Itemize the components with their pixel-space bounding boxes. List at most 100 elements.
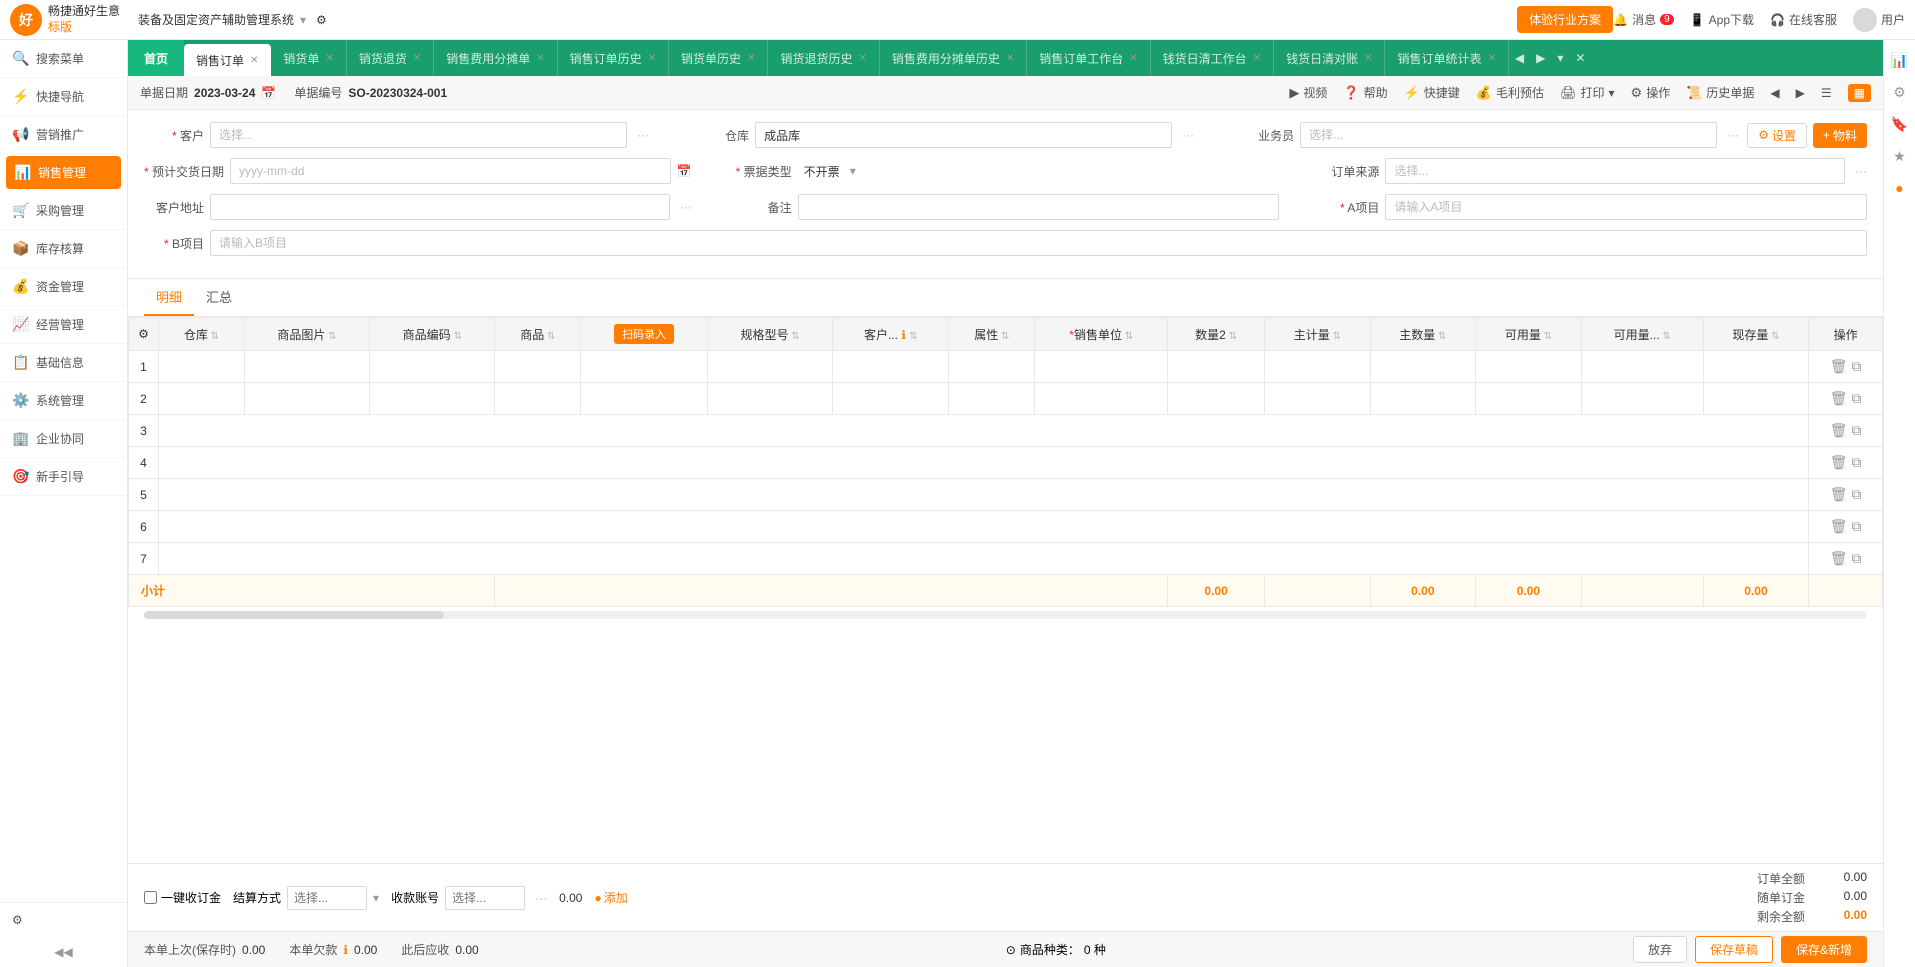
close-tab-icon[interactable]: ✕: [250, 55, 258, 66]
delivery-calendar-icon[interactable]: 📅: [677, 164, 692, 178]
close-tab-icon[interactable]: ✕: [1129, 53, 1137, 64]
th-product[interactable]: 商品: [495, 318, 581, 351]
tab-close-all-btn[interactable]: ✕: [1569, 40, 1591, 76]
history-btn[interactable]: 📜 历史单据: [1686, 84, 1754, 101]
tab-cash-daily[interactable]: 钱货日清工作台 ✕: [1151, 40, 1274, 76]
a-project-input[interactable]: [1385, 194, 1867, 220]
tab-detail[interactable]: 明细: [144, 279, 194, 316]
row-1-copy-btn[interactable]: ⧉: [1852, 358, 1862, 375]
tab-sales-refund-history[interactable]: 销货退货历史 ✕: [768, 40, 879, 76]
add-payment-btn[interactable]: ● 添加: [594, 889, 627, 906]
warehouse-input[interactable]: [755, 122, 1172, 148]
row-2-delete-btn[interactable]: 🗑: [1830, 390, 1848, 407]
close-tab-icon[interactable]: ✕: [858, 53, 866, 64]
chevron-icon[interactable]: ▾: [300, 13, 306, 27]
row-2-product[interactable]: [495, 383, 581, 415]
th-qty2[interactable]: 数量2: [1168, 318, 1265, 351]
sidebar-item-base-info[interactable]: 📋 基础信息: [0, 344, 127, 382]
operation-btn[interactable]: ⚙ 操作: [1631, 84, 1671, 101]
row-1-attribute[interactable]: [949, 351, 1035, 383]
print-chevron-icon[interactable]: ▾: [1609, 86, 1615, 100]
user-item[interactable]: 用户: [1853, 8, 1905, 32]
one-click-payment-input[interactable]: [144, 891, 157, 904]
row-1-code[interactable]: [370, 351, 495, 383]
row-6-delete-btn[interactable]: 🗑: [1830, 518, 1848, 535]
close-tab-icon[interactable]: ✕: [1006, 53, 1014, 64]
right-icon-star[interactable]: ★: [1888, 144, 1912, 168]
sidebar-item-operation[interactable]: 📈 经营管理: [0, 306, 127, 344]
tab-prev-btn[interactable]: ◀: [1509, 40, 1530, 76]
sidebar-item-finance[interactable]: 💰 资金管理: [0, 268, 127, 306]
sidebar-settings-btn[interactable]: ⚙: [0, 903, 127, 937]
tab-sales-summary[interactable]: 销售订单统计表 ✕: [1385, 40, 1508, 76]
table-container[interactable]: ⚙ 仓库 商品图片 商品编码 商品 扫码录入 规格型号 客户... ℹ: [128, 317, 1883, 863]
close-tab-icon[interactable]: ✕: [536, 53, 544, 64]
row-3-copy-btn[interactable]: ⧉: [1852, 422, 1862, 439]
row-2-image[interactable]: [244, 383, 369, 415]
sidebar-item-marketing[interactable]: 📢 营销推广: [0, 116, 127, 154]
tab-sales-refund[interactable]: 销货退货 ✕: [347, 40, 434, 76]
th-warehouse[interactable]: 仓库: [159, 318, 245, 351]
one-click-payment-checkbox[interactable]: 一键收订金: [144, 889, 221, 906]
row-1-main-unit[interactable]: [1265, 351, 1371, 383]
row-5-delete-btn[interactable]: 🗑: [1830, 486, 1848, 503]
row-2-main-qty[interactable]: [1370, 383, 1476, 415]
row-1-image[interactable]: [244, 351, 369, 383]
industry-solution-button[interactable]: 体验行业方案: [1517, 6, 1613, 33]
row-1-qty2[interactable]: [1168, 351, 1265, 383]
row-2-available2[interactable]: [1581, 383, 1703, 415]
row-4-copy-btn[interactable]: ⧉: [1852, 454, 1862, 471]
help-btn[interactable]: ❓ 帮助: [1343, 84, 1387, 101]
sidebar-item-quicknav[interactable]: ⚡ 快捷导航: [0, 78, 127, 116]
save-new-btn[interactable]: 保存&新增: [1781, 936, 1867, 963]
order-source-dots-icon[interactable]: ···: [1855, 164, 1867, 178]
close-tab-icon[interactable]: ✕: [1488, 53, 1496, 64]
row-2-spec[interactable]: [707, 383, 832, 415]
view-video-btn[interactable]: ▶ 视频: [1289, 84, 1327, 101]
print-btn[interactable]: 🖨 打印 ▾: [1560, 84, 1615, 101]
table-scrollbar[interactable]: [128, 607, 1883, 623]
th-settings[interactable]: ⚙: [129, 318, 159, 351]
th-main-qty[interactable]: 主数量: [1370, 318, 1476, 351]
row-1-scan[interactable]: [581, 351, 708, 383]
warehouse-dots-icon[interactable]: ···: [1182, 128, 1194, 142]
tab-sales-order[interactable]: 销售订单 ✕: [184, 44, 271, 76]
th-sales-unit[interactable]: *销售单位: [1035, 318, 1168, 351]
address-dots-icon[interactable]: ···: [680, 200, 692, 214]
scan-btn[interactable]: 扫码录入: [614, 324, 674, 344]
settings-icon[interactable]: ⚙: [316, 13, 327, 27]
tab-home[interactable]: 首页: [128, 40, 184, 76]
close-tab-icon[interactable]: ✕: [648, 53, 656, 64]
row-1-delete-btn[interactable]: 🗑: [1830, 358, 1848, 375]
sidebar-item-enterprise[interactable]: 🏢 企业协同: [0, 420, 127, 458]
row-2-warehouse[interactable]: [159, 383, 245, 415]
th-current-qty[interactable]: 现存量: [1703, 318, 1809, 351]
th-main-unit[interactable]: 主计量: [1265, 318, 1371, 351]
staff-dots-icon[interactable]: ···: [1727, 128, 1739, 142]
close-tab-icon[interactable]: ✕: [325, 53, 333, 64]
right-icon-chart[interactable]: 📊: [1888, 48, 1912, 72]
form-view-btn[interactable]: ▦: [1848, 84, 1871, 102]
order-source-input[interactable]: [1385, 158, 1845, 184]
staff-input[interactable]: [1300, 122, 1717, 148]
th-spec[interactable]: 规格型号: [707, 318, 832, 351]
row-2-sales-unit[interactable]: [1035, 383, 1168, 415]
row-3-delete-btn[interactable]: 🗑: [1830, 422, 1848, 439]
note-input[interactable]: [798, 194, 1280, 220]
tab-sales-expense-history[interactable]: 销售费用分摊单历史 ✕: [880, 40, 1027, 76]
save-draft-btn[interactable]: 保存草稿: [1695, 936, 1773, 963]
th-product-code[interactable]: 商品编码: [370, 318, 495, 351]
row-1-spec[interactable]: [707, 351, 832, 383]
settlement-chevron[interactable]: ▾: [373, 891, 379, 905]
tab-menu-btn[interactable]: ▾: [1551, 40, 1569, 76]
row-1-main-qty[interactable]: [1370, 351, 1476, 383]
close-tab-icon[interactable]: ✕: [413, 53, 421, 64]
th-product-image[interactable]: 商品图片: [244, 318, 369, 351]
tab-sales-order-workbench[interactable]: 销售订单工作台 ✕: [1027, 40, 1150, 76]
row-2-code[interactable]: [370, 383, 495, 415]
history-prev-btn[interactable]: ◀: [1770, 86, 1779, 100]
row-2-attribute[interactable]: [949, 383, 1035, 415]
row-2-scan[interactable]: [581, 383, 708, 415]
customer-address-input[interactable]: [210, 194, 670, 220]
list-view-btn[interactable]: ☰: [1821, 86, 1832, 100]
